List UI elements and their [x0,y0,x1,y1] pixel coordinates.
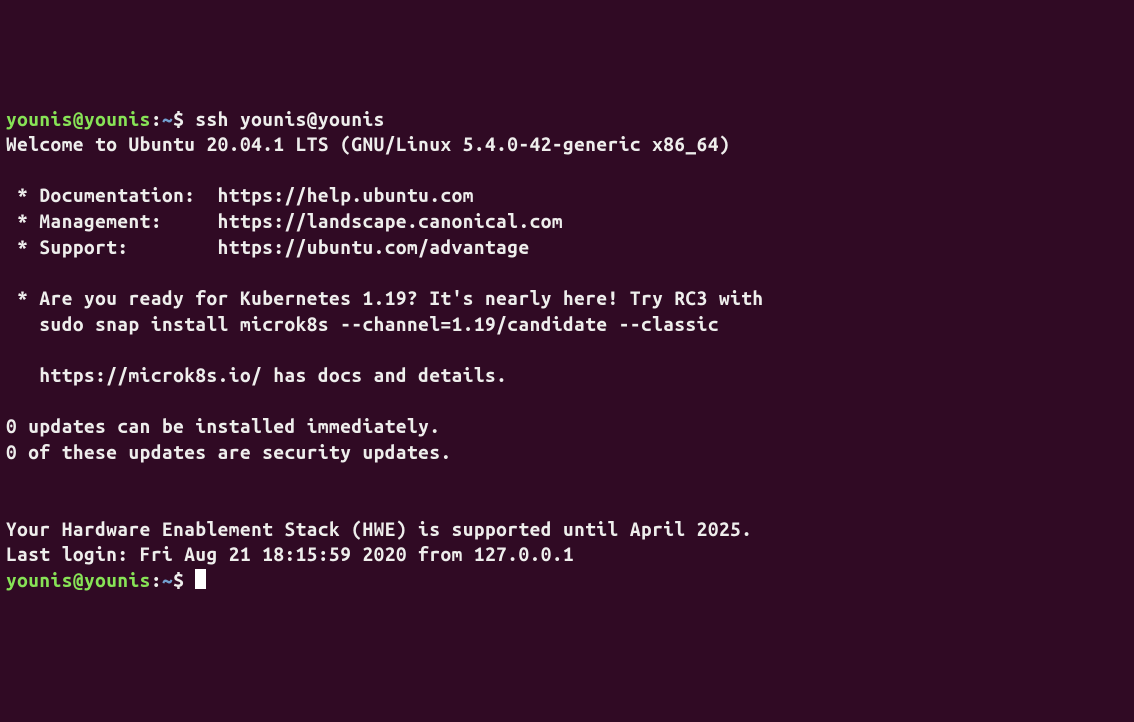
prompt-user-host: younis@younis [6,108,151,130]
motd-documentation: * Documentation: https://help.ubuntu.com [6,184,474,206]
motd-management: * Management: https://landscape.canonica… [6,210,563,232]
command-text: ssh younis@younis [195,108,384,130]
prompt-path: ~ [162,108,173,130]
prompt-line-2[interactable]: younis@younis:~$ [6,569,206,591]
prompt-path: ~ [162,569,173,591]
prompt-line-1: younis@younis:~$ ssh younis@younis [6,108,385,130]
motd-welcome: Welcome to Ubuntu 20.04.1 LTS (GNU/Linux… [6,133,730,155]
motd-support: * Support: https://ubuntu.com/advantage [6,236,530,258]
motd-kubernetes-1: * Are you ready for Kubernetes 1.19? It'… [6,287,764,309]
prompt-dollar: $ [173,108,195,130]
motd-last-login: Last login: Fri Aug 21 18:15:59 2020 fro… [6,543,574,565]
cursor-block [195,569,206,589]
terminal-output[interactable]: younis@younis:~$ ssh younis@younis Welco… [6,107,1128,594]
prompt-user-host: younis@younis [6,569,151,591]
motd-hwe: Your Hardware Enablement Stack (HWE) is … [6,518,752,540]
motd-updates-1: 0 updates can be installed immediately. [6,415,440,437]
motd-updates-2: 0 of these updates are security updates. [6,441,452,463]
prompt-dollar: $ [173,569,195,591]
motd-kubernetes-3: https://microk8s.io/ has docs and detail… [6,364,507,386]
prompt-colon: : [151,108,162,130]
prompt-colon: : [151,569,162,591]
motd-kubernetes-2: sudo snap install microk8s --channel=1.1… [6,313,719,335]
